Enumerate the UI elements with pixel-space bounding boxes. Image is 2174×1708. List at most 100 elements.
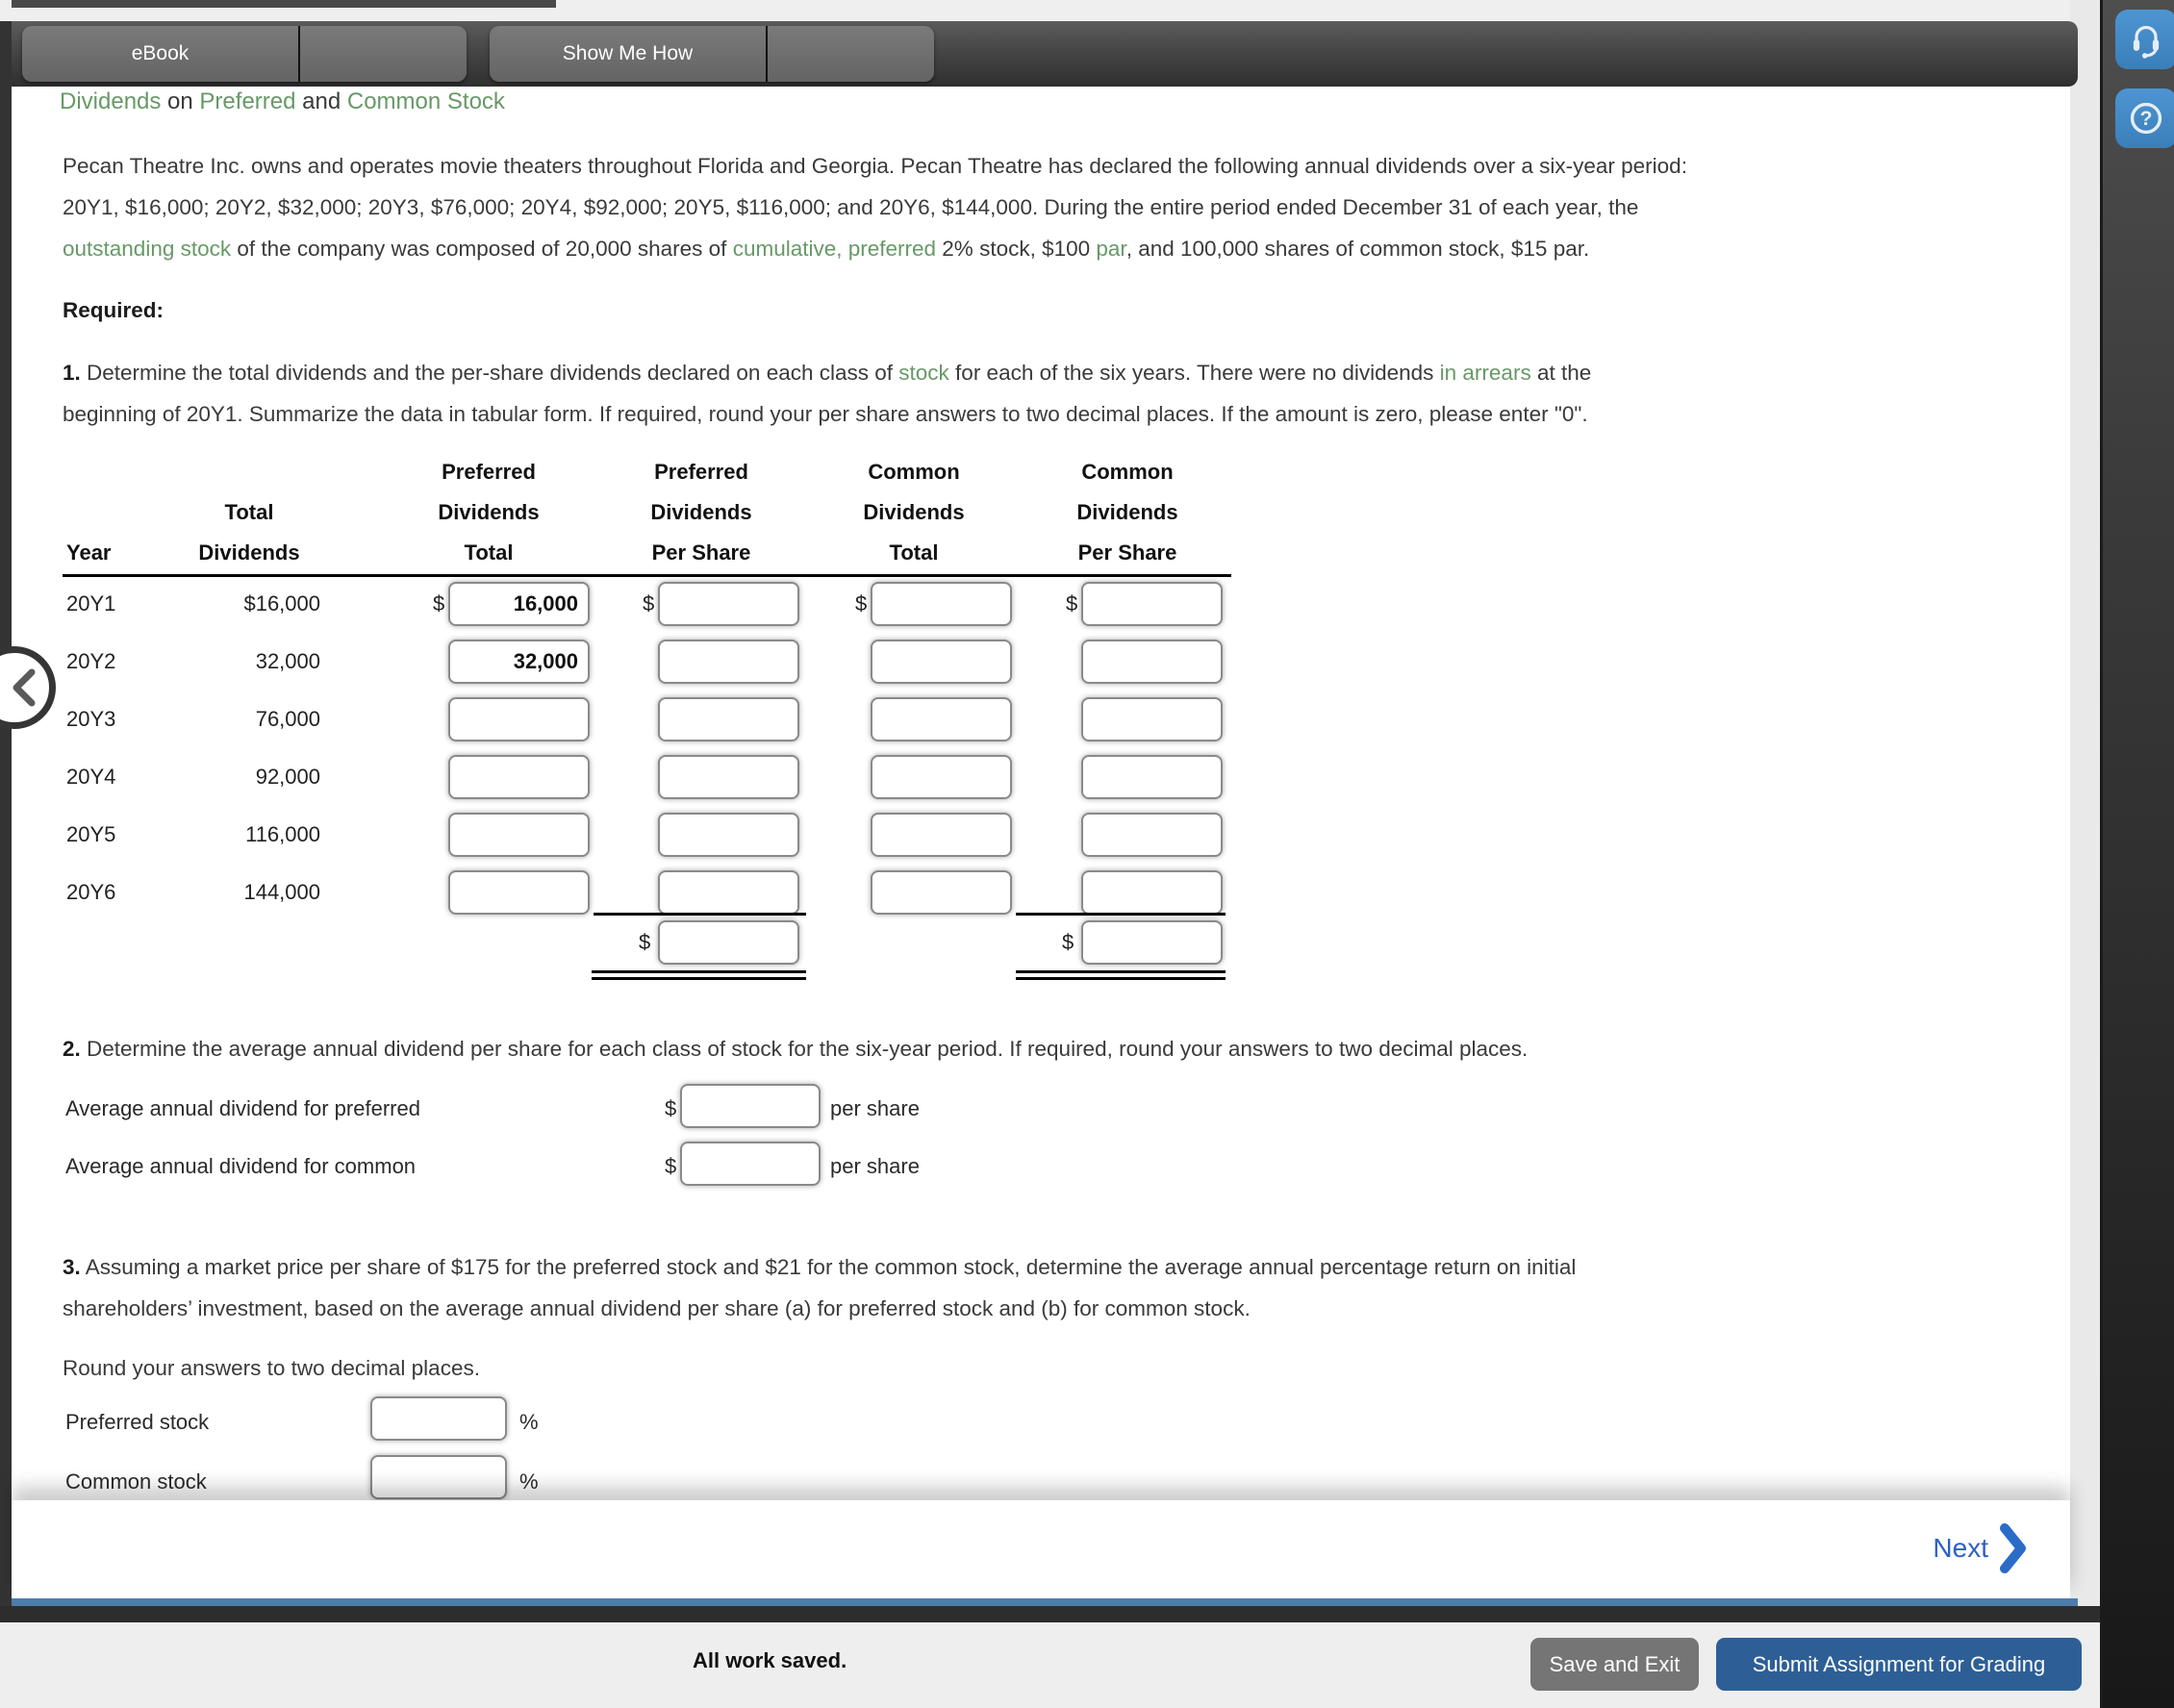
col-header-common-pershare-3: Per Share bbox=[1077, 540, 1177, 565]
col-header-preferred-total-1: Preferred bbox=[442, 460, 536, 484]
common-total-input[interactable] bbox=[871, 755, 1012, 799]
glossary-link[interactable]: par bbox=[1096, 237, 1125, 261]
ebook-button[interactable]: eBook bbox=[22, 26, 298, 82]
preferred-pershare-input[interactable] bbox=[658, 582, 799, 626]
show-me-how-dropdown-segment bbox=[768, 26, 934, 82]
dollar-sign: $ bbox=[665, 1096, 677, 1120]
preferred-pershare-input[interactable] bbox=[658, 697, 799, 741]
dollar-sign: $ bbox=[855, 591, 868, 615]
q3-text: Assuming a market price per share of $17… bbox=[80, 1255, 1577, 1279]
problem-text: 2% stock, $100 bbox=[936, 237, 1097, 261]
preferred-return-input[interactable] bbox=[370, 1396, 507, 1441]
table-header-rule bbox=[63, 574, 1231, 577]
col-header-year: Year bbox=[66, 540, 112, 565]
title-text: and bbox=[295, 88, 347, 114]
q1-instruction-line-1: 1. Determine the total dividends and the… bbox=[63, 359, 1591, 388]
common-pershare-input[interactable] bbox=[1081, 813, 1223, 857]
preferred-pershare-input[interactable] bbox=[658, 813, 799, 857]
avg-dividend-preferred-input[interactable] bbox=[680, 1084, 821, 1128]
preferred-pershare-total-input[interactable] bbox=[658, 920, 799, 965]
submit-assignment-button[interactable]: Submit Assignment for Grading bbox=[1716, 1638, 2082, 1691]
support-button[interactable] bbox=[2115, 10, 2174, 69]
preferred-total-input[interactable] bbox=[448, 582, 590, 626]
col-header-total-dividends-1: Total bbox=[224, 500, 274, 524]
common-pershare-total-input[interactable] bbox=[1081, 920, 1223, 965]
preferred-total-input[interactable] bbox=[448, 640, 590, 684]
save-status: All work saved. bbox=[693, 1648, 847, 1672]
common-pershare-input[interactable] bbox=[1081, 697, 1223, 741]
col-header-preferred-pershare-2: Dividends bbox=[650, 500, 752, 524]
preferred-total-input[interactable] bbox=[448, 755, 590, 799]
preferred-total-input[interactable] bbox=[448, 813, 590, 857]
q2-instruction: 2. Determine the average annual dividend… bbox=[63, 1035, 1528, 1064]
year-label: 20Y1 bbox=[66, 591, 116, 615]
q1-text: at the bbox=[1530, 361, 1592, 385]
common-pershare-input[interactable] bbox=[1081, 640, 1223, 684]
grand-total-rule-preferred bbox=[592, 970, 806, 980]
common-total-input[interactable] bbox=[871, 813, 1012, 857]
common-pershare-input[interactable] bbox=[1081, 755, 1223, 799]
help-button[interactable]: ? bbox=[2115, 88, 2174, 148]
scrollbar-gutter bbox=[2070, 0, 2100, 1622]
common-pershare-input[interactable] bbox=[1081, 870, 1223, 915]
q1-instruction-line-2: beginning of 20Y1. Summarize the data in… bbox=[63, 402, 1588, 426]
preferred-pershare-input[interactable] bbox=[658, 870, 799, 915]
title-term: Dividends bbox=[60, 88, 162, 114]
glossary-link[interactable]: in arrears bbox=[1440, 361, 1531, 385]
common-total-input[interactable] bbox=[871, 640, 1012, 684]
title-text: on bbox=[161, 88, 200, 114]
col-header-total-dividends-2: Dividends bbox=[198, 540, 300, 565]
common-total-input[interactable] bbox=[871, 870, 1012, 915]
next-page-button[interactable]: Next bbox=[1933, 1523, 2027, 1573]
left-edge-bar bbox=[0, 21, 12, 1622]
title-term: Preferred bbox=[199, 88, 296, 114]
common-pershare-input[interactable] bbox=[1081, 582, 1223, 626]
dollar-sign: $ bbox=[643, 591, 655, 615]
common-total-input[interactable] bbox=[871, 697, 1012, 741]
preferred-pershare-input[interactable] bbox=[658, 640, 799, 684]
total-dividends-value: 32,000 bbox=[255, 649, 320, 673]
q1-text: for each of the six years. There were no… bbox=[948, 361, 1440, 385]
col-header-preferred-pershare-1: Preferred bbox=[654, 460, 748, 484]
save-and-exit-button[interactable]: Save and Exit bbox=[1530, 1638, 1699, 1691]
col-header-preferred-total-2: Dividends bbox=[438, 500, 540, 524]
q1-number: 1. bbox=[63, 361, 81, 385]
title-term: Common Stock bbox=[346, 88, 505, 114]
glossary-link[interactable]: outstanding stock bbox=[63, 237, 231, 261]
preferred-pershare-input[interactable] bbox=[658, 755, 799, 799]
ebook-button-group: eBook bbox=[22, 26, 467, 82]
preferred-total-input[interactable] bbox=[448, 870, 590, 915]
q2-row-label: Average annual dividend for common bbox=[65, 1154, 417, 1178]
year-label: 20Y6 bbox=[66, 880, 116, 904]
q2-row-label: Average annual dividend for preferred bbox=[65, 1096, 420, 1120]
headset-icon bbox=[2133, 25, 2160, 59]
show-me-how-button-group: Show Me How bbox=[490, 26, 934, 82]
q2-text: Determine the average annual dividend pe… bbox=[80, 1037, 1529, 1061]
col-header-common-total-3: Total bbox=[889, 540, 939, 565]
dollar-sign: $ bbox=[433, 591, 445, 615]
avg-dividend-common-input[interactable] bbox=[680, 1142, 821, 1186]
chevron-right-icon bbox=[2000, 1523, 2026, 1573]
required-heading: Required: bbox=[63, 298, 164, 322]
glossary-link[interactable]: cumulative, preferred bbox=[733, 237, 936, 261]
col-header-common-total-1: Common bbox=[868, 460, 960, 484]
problem-text: , and 100,000 shares of common stock, $1… bbox=[1125, 237, 1590, 261]
grand-total-rule-common bbox=[1016, 970, 1226, 980]
per-share-suffix: per share bbox=[830, 1096, 920, 1120]
dollar-sign: $ bbox=[665, 1154, 677, 1178]
col-header-common-pershare-2: Dividends bbox=[1076, 500, 1178, 524]
problem-line-3: outstanding stock of the company was com… bbox=[63, 235, 1589, 264]
preferred-total-input[interactable] bbox=[448, 697, 590, 741]
footer-divider-bar bbox=[0, 1606, 2100, 1622]
problem-line-1: Pecan Theatre Inc. owns and operates mov… bbox=[63, 154, 1687, 178]
glossary-link[interactable]: stock bbox=[898, 361, 949, 385]
page-title: Dividends on Preferred and Common Stock bbox=[60, 88, 505, 115]
dollar-sign: $ bbox=[639, 930, 651, 954]
common-total-input[interactable] bbox=[871, 582, 1012, 626]
show-me-how-button[interactable]: Show Me How bbox=[490, 26, 766, 82]
problem-line-2: 20Y1, $16,000; 20Y2, $32,000; 20Y3, $76,… bbox=[63, 195, 1639, 219]
q3-row-label: Common stock bbox=[65, 1469, 207, 1494]
subtotal-rule-preferred bbox=[594, 913, 806, 916]
common-return-input[interactable] bbox=[370, 1455, 507, 1499]
year-label: 20Y2 bbox=[66, 649, 116, 673]
